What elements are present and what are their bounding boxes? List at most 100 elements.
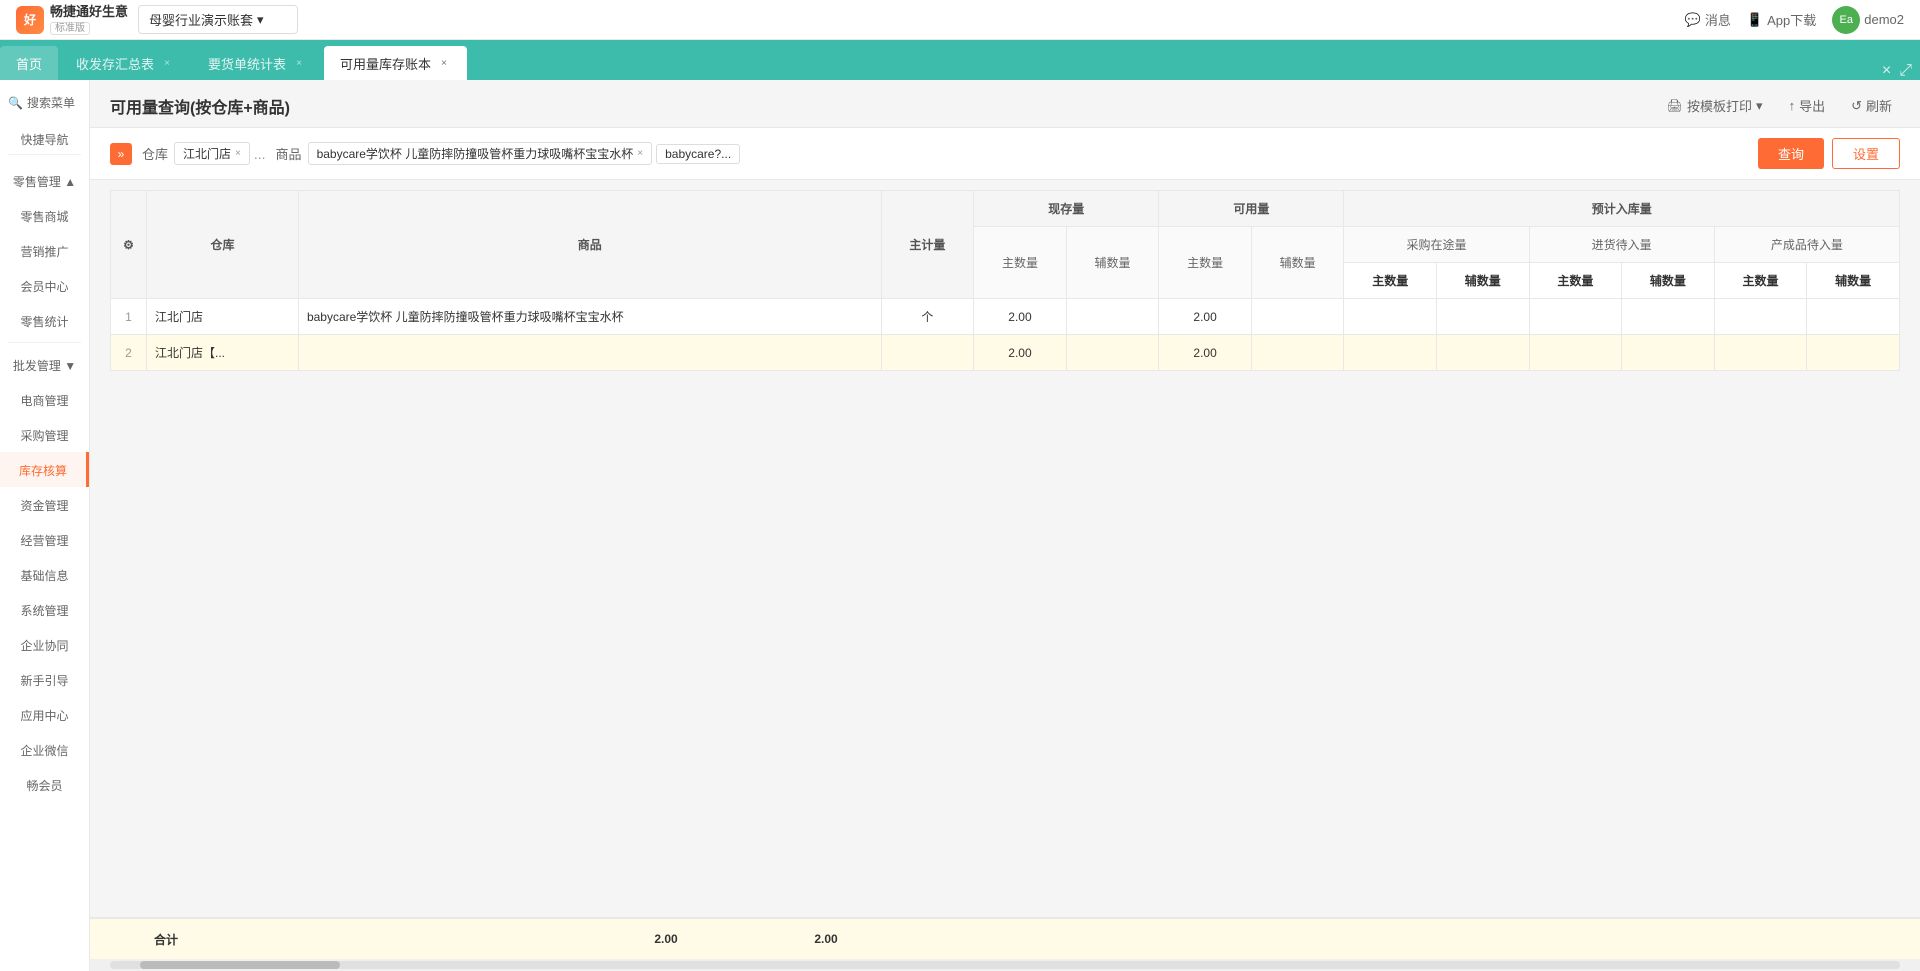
sidebar-item-operations-label: 经营管理 <box>0 532 89 549</box>
refresh-label: 刷新 <box>1866 96 1892 115</box>
sidebar-item-purchase-mgmt[interactable]: 采购管理 <box>0 417 89 452</box>
sidebar-item-basic-info[interactable]: 基础信息 <box>0 557 89 592</box>
scroll-track[interactable] <box>110 961 1900 969</box>
gear-icon: ⚙ <box>119 238 138 252</box>
warehouse-filter-group: 仓库 江北门店 × ... <box>142 142 266 165</box>
tab-order-stats-close[interactable]: × <box>292 56 306 70</box>
print-template-btn[interactable]: 🖨 按模板打印 ▾ <box>1659 92 1771 119</box>
footer-avail-main: 2.00 <box>786 931 866 948</box>
product-tag-text-2: babycare?... <box>665 147 731 161</box>
tab-available-stock[interactable]: 可用量库存账本 × <box>324 46 467 80</box>
product-tag-close[interactable]: × <box>637 148 643 159</box>
sidebar-divider <box>8 154 81 155</box>
horizontal-scrollbar <box>90 959 1920 971</box>
user-action[interactable]: Ea demo2 <box>1832 6 1904 34</box>
th-product: 商品 <box>298 191 881 299</box>
sidebar-divider-2 <box>8 342 81 343</box>
row-1-iw-aux <box>1622 299 1715 335</box>
top-bar-left: 好 畅捷通好生意 标准版 母婴行业演示账套 ▾ <box>16 4 298 35</box>
scroll-thumb[interactable] <box>140 961 340 969</box>
row-num-2: 2 <box>111 335 147 371</box>
table-footer: 合计 2.00 2.00 <box>90 917 1920 959</box>
export-label: 导出 <box>1799 96 1825 115</box>
th-fw-aux: 辅数量 <box>1807 263 1900 299</box>
message-action[interactable]: 💬 消息 <box>1685 10 1731 29</box>
row-num-1: 1 <box>111 299 147 335</box>
print-template-label: 按模板打印 <box>1687 96 1752 115</box>
tab-bar: 首页 收发存汇总表 × 要货单统计表 × 可用量库存账本 × × ⤢ <box>0 40 1920 80</box>
tab-home[interactable]: 首页 <box>0 46 58 80</box>
tab-available-stock-close[interactable]: × <box>437 56 451 70</box>
th-unit: 主计量 <box>881 191 974 299</box>
sidebar-item-operations[interactable]: 经营管理 <box>0 522 89 557</box>
sidebar-item-finance[interactable]: 资金管理 <box>0 487 89 522</box>
tab-receipts-close[interactable]: × <box>160 56 174 70</box>
th-settings[interactable]: ⚙ <box>111 191 147 299</box>
sidebar-item-inventory[interactable]: 库存核算 <box>0 452 89 487</box>
query-btn[interactable]: 查询 <box>1758 138 1824 169</box>
warehouse-more-btn[interactable]: ... <box>254 146 266 162</box>
product-tags: babycare学饮杯 儿童防摔防撞吸管杯重力球吸嘴杯宝宝水杯 × babyca… <box>308 142 741 165</box>
sidebar-item-members[interactable]: 会员中心 <box>0 268 89 303</box>
logo-text: 畅捷通好生意 标准版 <box>50 4 128 35</box>
sidebar-item-marketing-label: 营销推广 <box>0 243 89 260</box>
footer-fw-aux <box>1741 931 1900 948</box>
sidebar-item-sys-mgmt-label: 系统管理 <box>0 602 89 619</box>
print-icon: 🖨 <box>1667 98 1684 114</box>
sidebar-item-retail-stats[interactable]: 零售统计 <box>0 303 89 338</box>
filter-expand-btn[interactable]: » <box>110 143 132 165</box>
th-available: 可用量 <box>1159 191 1344 227</box>
tab-available-stock-label: 可用量库存账本 <box>340 54 431 73</box>
sidebar-item-enterprise-wechat[interactable]: 企业微信 <box>0 732 89 767</box>
product-filter-group: 商品 babycare学饮杯 儿童防摔防撞吸管杯重力球吸嘴杯宝宝水杯 × bab… <box>276 142 741 165</box>
main-layout: 🔍 搜索菜单 快捷导航 零售管理 ▲ 零售商城 营销推广 会员中心 零售统计 <box>0 80 1920 971</box>
sidebar-item-enterprise[interactable]: 企业协同 <box>0 627 89 662</box>
product-tag-text: babycare学饮杯 儿童防摔防撞吸管杯重力球吸嘴杯宝宝水杯 <box>317 145 634 162</box>
sidebar-item-new-guide[interactable]: 新手引导 <box>0 662 89 697</box>
sidebar-search-label: 搜索菜单 <box>27 94 75 111</box>
product-tag-babycare[interactable]: babycare学饮杯 儿童防摔防撞吸管杯重力球吸嘴杯宝宝水杯 × <box>308 142 653 165</box>
sidebar-search-btn[interactable]: 🔍 搜索菜单 <box>8 90 81 115</box>
row-2-stock-main: 2.00 <box>974 335 1067 371</box>
close-all-icon[interactable]: × <box>1882 62 1891 80</box>
sidebar-item-retail-mall-label: 零售商城 <box>0 208 89 225</box>
warehouse-tag-close[interactable]: × <box>235 148 241 159</box>
sidebar-item-enterprise-label: 企业协同 <box>0 637 89 654</box>
warehouse-tag-jiangbei[interactable]: 江北门店 × <box>174 142 250 165</box>
sidebar-item-members-label: 会员中心 <box>0 278 89 295</box>
product-filter-label: 商品 <box>276 144 302 163</box>
product-tag-babycare2[interactable]: babycare?... <box>656 144 740 164</box>
tab-order-stats[interactable]: 要货单统计表 × <box>192 46 322 80</box>
sidebar-item-sys-mgmt[interactable]: 系统管理 <box>0 592 89 627</box>
row-1-stock-aux <box>1066 299 1159 335</box>
data-table: ⚙ 仓库 商品 主计量 现存量 可用量 预计入库量 主数量 辅数量 主数量 辅数… <box>110 190 1900 371</box>
top-bar: 好 畅捷通好生意 标准版 母婴行业演示账套 ▾ 💬 消息 📱 App下载 Ea … <box>0 0 1920 40</box>
footer-stock-aux <box>706 931 786 948</box>
sidebar-item-retail-mgmt[interactable]: 零售管理 ▲ <box>0 163 89 198</box>
industry-selector[interactable]: 母婴行业演示账套 ▾ <box>138 5 298 34</box>
sidebar-item-purchase-mgmt-label: 采购管理 <box>0 427 89 444</box>
sidebar-item-member-vip[interactable]: 畅会员 <box>0 767 89 802</box>
refresh-btn[interactable]: ↺ 刷新 <box>1843 92 1900 119</box>
sidebar-item-app-center[interactable]: 应用中心 <box>0 697 89 732</box>
app-download-action[interactable]: 📱 App下载 <box>1747 10 1816 29</box>
settings-btn[interactable]: 设置 <box>1832 138 1900 169</box>
export-btn[interactable]: ↑ 导出 <box>1781 92 1834 119</box>
table-row: 1 江北门店 babycare学饮杯 儿童防摔防撞吸管杯重力球吸嘴杯宝宝水杯 个… <box>111 299 1900 335</box>
th-planned-inbound: 预计入库量 <box>1344 191 1900 227</box>
tab-receipts[interactable]: 收发存汇总表 × <box>60 46 190 80</box>
sidebar-item-marketing[interactable]: 营销推广 <box>0 233 89 268</box>
sidebar-search-area: 🔍 搜索菜单 <box>0 80 89 125</box>
th-pt-main: 主数量 <box>1344 263 1437 299</box>
top-bar-right: 💬 消息 📱 App下载 Ea demo2 <box>1685 6 1904 34</box>
row-1-iw-main <box>1529 299 1622 335</box>
footer-pt-aux <box>1105 931 1264 948</box>
row-1-avail-main: 2.00 <box>1159 299 1252 335</box>
fullscreen-icon[interactable]: ⤢ <box>1899 62 1912 80</box>
row-2-avail-aux <box>1251 335 1344 371</box>
footer-pt-main <box>946 931 1105 948</box>
sidebar-item-ecommerce[interactable]: 电商管理 <box>0 382 89 417</box>
th-purchase-transit: 采购在途量 <box>1344 227 1529 263</box>
sidebar-item-wholesale-mgmt[interactable]: 批发管理 ▼ <box>0 347 89 382</box>
sidebar-item-retail-mall[interactable]: 零售商城 <box>0 198 89 233</box>
